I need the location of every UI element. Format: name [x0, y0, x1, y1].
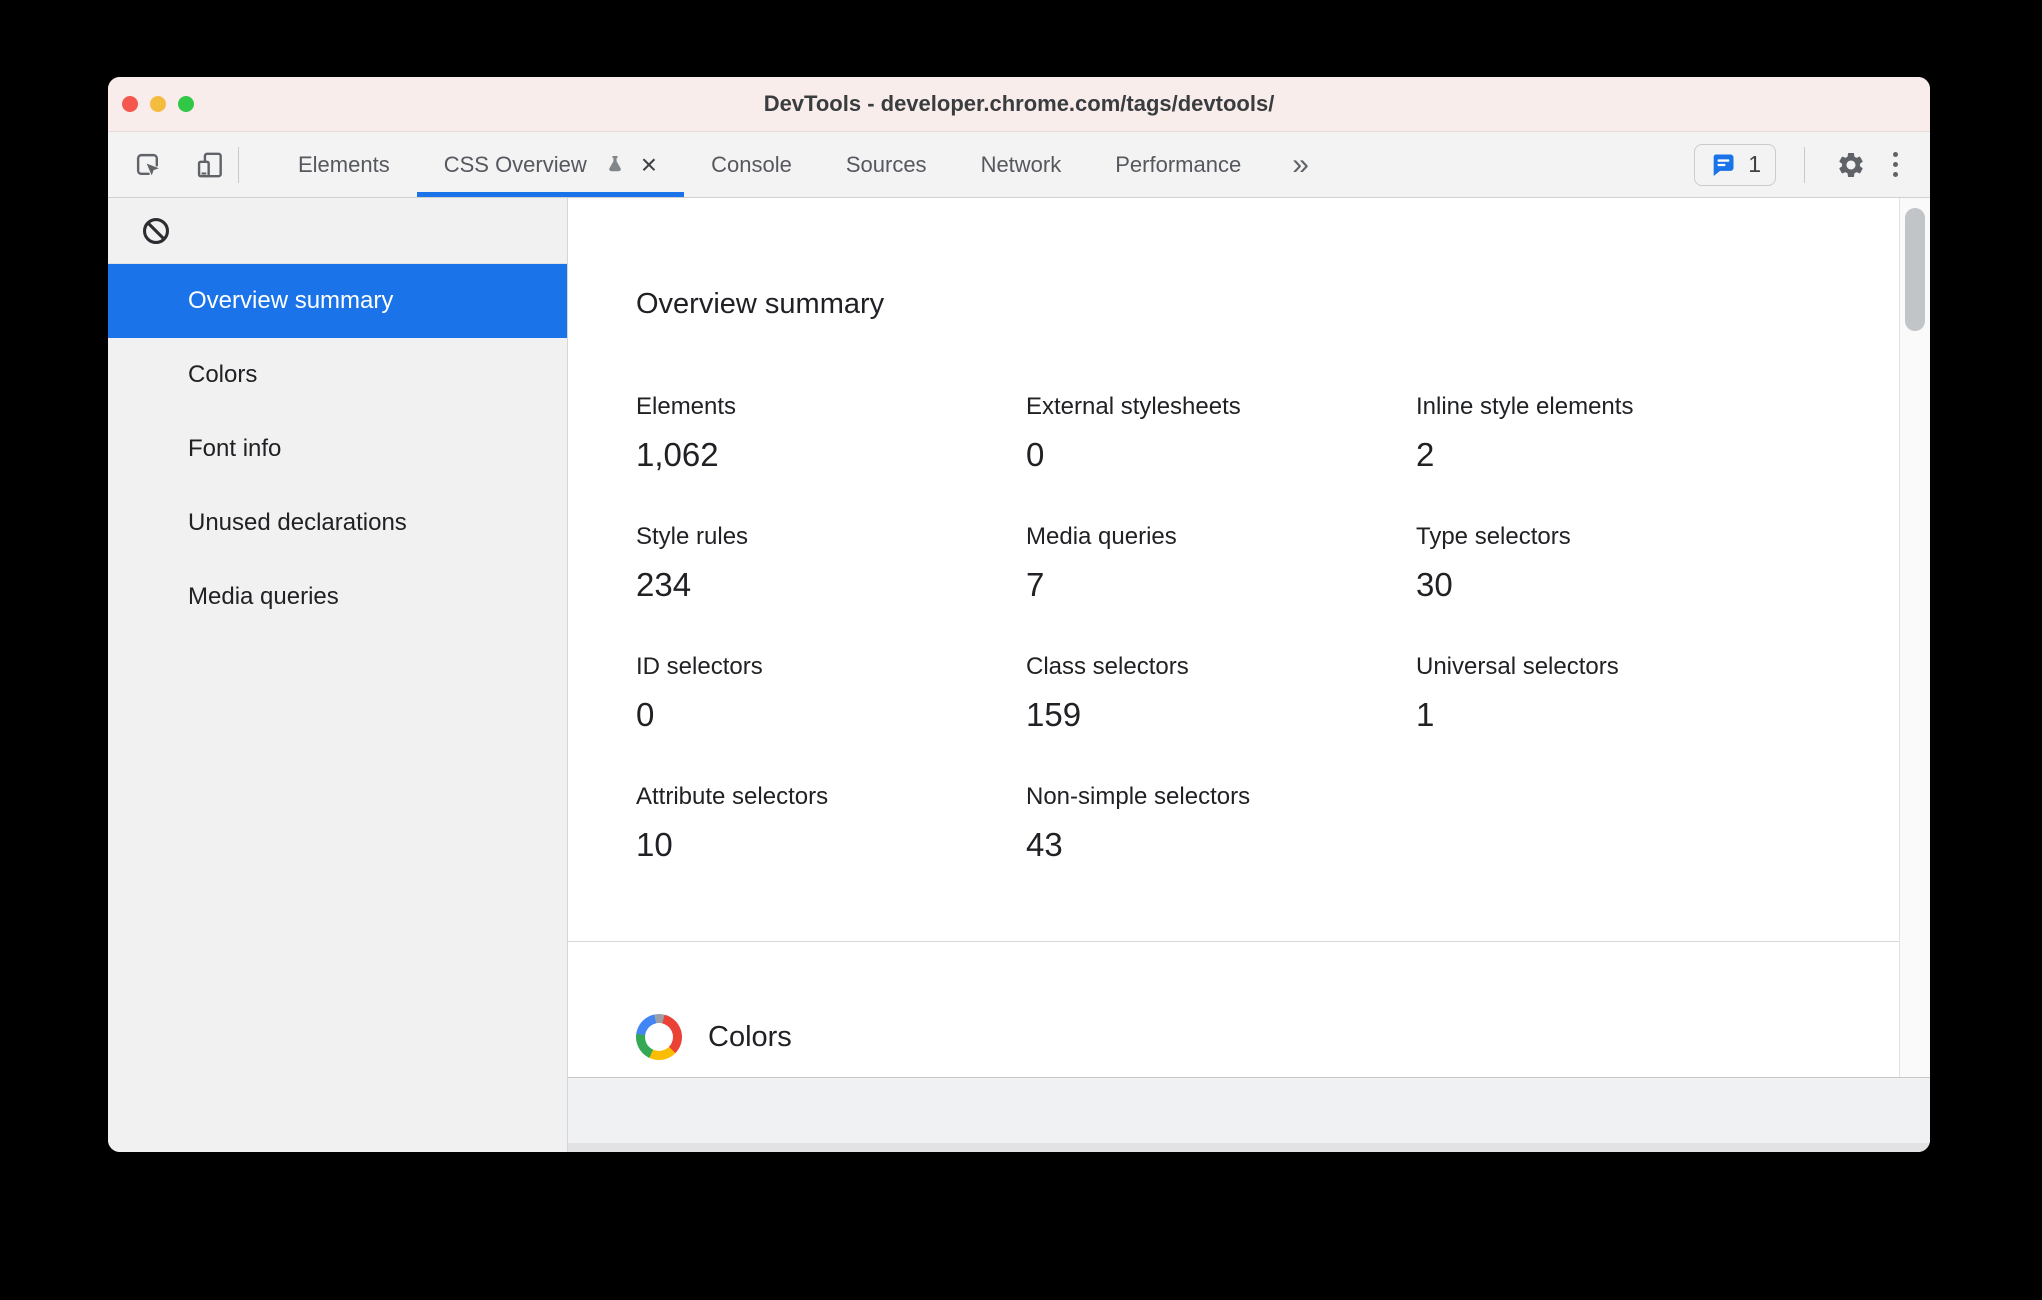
overview-content: Overview summary Elements 1,062 External s… — [568, 198, 1930, 1077]
color-wheel-icon — [636, 1014, 682, 1060]
css-overview-sidebar: Overview summary Colors Font info Unused de… — [108, 198, 568, 1152]
summary-stats-grid: Elements 1,062 External stylesheets 0 Inline… — [636, 392, 1930, 866]
stat-universal-selectors: Universal selectors 1 — [1416, 652, 1806, 736]
stat-value: 10 — [636, 826, 673, 863]
stat-label: Class selectors — [1026, 653, 1189, 680]
devtools-tabs: Elements CSS Overview × Console Sources Netwo… — [271, 132, 1268, 197]
sidebar-item-colors[interactable]: Colors — [108, 338, 567, 412]
sidebar-items: Overview summary Colors Font info Unused de… — [108, 264, 567, 634]
devtools-window: DevTools - developer.chrome.com/tags/dev… — [108, 77, 1930, 1152]
stat-value: 43 — [1026, 826, 1063, 863]
stat-label: Non-simple selectors — [1026, 783, 1251, 810]
console-insights-count: 1 — [1748, 151, 1761, 177]
stat-value: 1 — [1416, 696, 1435, 733]
tab-label: Elements — [298, 151, 390, 177]
stat-value: 1,062 — [636, 436, 719, 473]
scrollbar-thumb[interactable] — [1905, 208, 1925, 331]
stat-value: 2 — [1416, 436, 1435, 473]
more-tabs-button[interactable]: » — [1268, 132, 1333, 197]
tab-performance[interactable]: Performance — [1088, 132, 1268, 197]
toolbar-divider — [1804, 146, 1805, 183]
stat-attribute-selectors: Attribute selectors 10 — [636, 782, 1026, 866]
window-bottom-edge — [568, 1143, 1930, 1152]
section-divider — [568, 941, 1900, 942]
stat-value: 234 — [636, 566, 692, 603]
tab-css-overview[interactable]: CSS Overview × — [416, 132, 685, 197]
tab-console[interactable]: Console — [684, 132, 819, 197]
toolbar-right-controls: 1 — [1694, 132, 1930, 197]
stat-value: 30 — [1416, 566, 1453, 603]
main-column: Overview summary Elements 1,062 External s… — [568, 198, 1930, 1152]
zoom-window-button[interactable] — [178, 96, 194, 112]
stat-label: Media queries — [1026, 523, 1177, 550]
close-window-button[interactable] — [122, 96, 138, 112]
stat-label: Inline style elements — [1416, 393, 1634, 420]
chevron-double-right-icon: » — [1292, 147, 1309, 181]
stat-label: ID selectors — [636, 653, 763, 680]
stat-label: Attribute selectors — [636, 783, 829, 810]
gear-icon[interactable] — [1833, 147, 1869, 183]
stat-value: 0 — [636, 696, 655, 733]
sidebar-item-media-queries[interactable]: Media queries — [108, 560, 567, 634]
stat-label: Elements — [636, 393, 737, 420]
kebab-menu-icon[interactable] — [1887, 152, 1904, 177]
devtools-body: Overview summary Colors Font info Unused de… — [108, 198, 1930, 1152]
window-titlebar: DevTools - developer.chrome.com/tags/dev… — [108, 77, 1930, 132]
stat-label: External stylesheets — [1026, 393, 1241, 420]
stat-external-stylesheets: External stylesheets 0 — [1026, 392, 1416, 476]
tab-network[interactable]: Network — [954, 132, 1089, 197]
window-title: DevTools - developer.chrome.com/tags/dev… — [763, 91, 1275, 116]
tab-sources[interactable]: Sources — [819, 132, 954, 197]
sidebar-item-overview-summary[interactable]: Overview summary — [108, 264, 567, 338]
stat-non-simple-selectors: Non-simple selectors 43 — [1026, 782, 1416, 866]
stat-style-rules: Style rules 234 — [636, 522, 1026, 606]
stat-label: Type selectors — [1416, 523, 1571, 550]
active-tab-underline — [416, 192, 685, 197]
stat-class-selectors: Class selectors 159 — [1026, 652, 1416, 736]
stat-id-selectors: ID selectors 0 — [636, 652, 1026, 736]
toolbar-left-icons — [108, 132, 228, 197]
page-title: Overview summary — [636, 288, 885, 320]
stat-media-queries: Media queries 7 — [1026, 522, 1416, 606]
tab-label: Performance — [1115, 151, 1242, 177]
tab-label: CSS Overview — [443, 151, 587, 177]
device-toolbar-icon[interactable] — [192, 147, 228, 183]
tab-label: Network — [980, 151, 1062, 177]
stat-label: Style rules — [636, 523, 749, 550]
stat-type-selectors: Type selectors 30 — [1416, 522, 1806, 606]
experiment-flask-icon — [603, 153, 627, 177]
sidebar-item-font-info[interactable]: Font info — [108, 412, 567, 486]
tab-label: Console — [711, 151, 792, 177]
inspect-element-icon[interactable] — [130, 147, 166, 183]
sidebar-toolbar — [108, 198, 567, 264]
close-tab-icon[interactable]: × — [641, 150, 657, 179]
chat-bubble-icon — [1709, 151, 1737, 179]
colors-section-title: Colors — [708, 1020, 792, 1053]
sidebar-item-unused-declarations[interactable]: Unused declarations — [108, 486, 567, 560]
stat-value: 0 — [1026, 436, 1045, 473]
traffic-lights — [122, 77, 194, 131]
stat-label: Universal selectors — [1416, 653, 1619, 680]
stat-value: 7 — [1026, 566, 1045, 603]
toolbar-divider — [238, 146, 239, 183]
minimize-window-button[interactable] — [150, 96, 166, 112]
stat-elements: Elements 1,062 — [636, 392, 1026, 476]
status-footer — [568, 1077, 1930, 1143]
tab-elements[interactable]: Elements — [271, 132, 417, 197]
stat-inline-style-elements: Inline style elements 2 — [1416, 392, 1806, 476]
clear-overview-icon[interactable] — [138, 213, 174, 249]
vertical-scrollbar[interactable] — [1899, 198, 1930, 1077]
devtools-toolbar: Elements CSS Overview × Console Sources Netwo… — [108, 132, 1930, 198]
colors-section-header: Colors — [636, 1014, 1930, 1060]
tab-label: Sources — [845, 151, 927, 177]
console-insights-button[interactable]: 1 — [1694, 143, 1776, 186]
stat-value: 159 — [1026, 696, 1082, 733]
